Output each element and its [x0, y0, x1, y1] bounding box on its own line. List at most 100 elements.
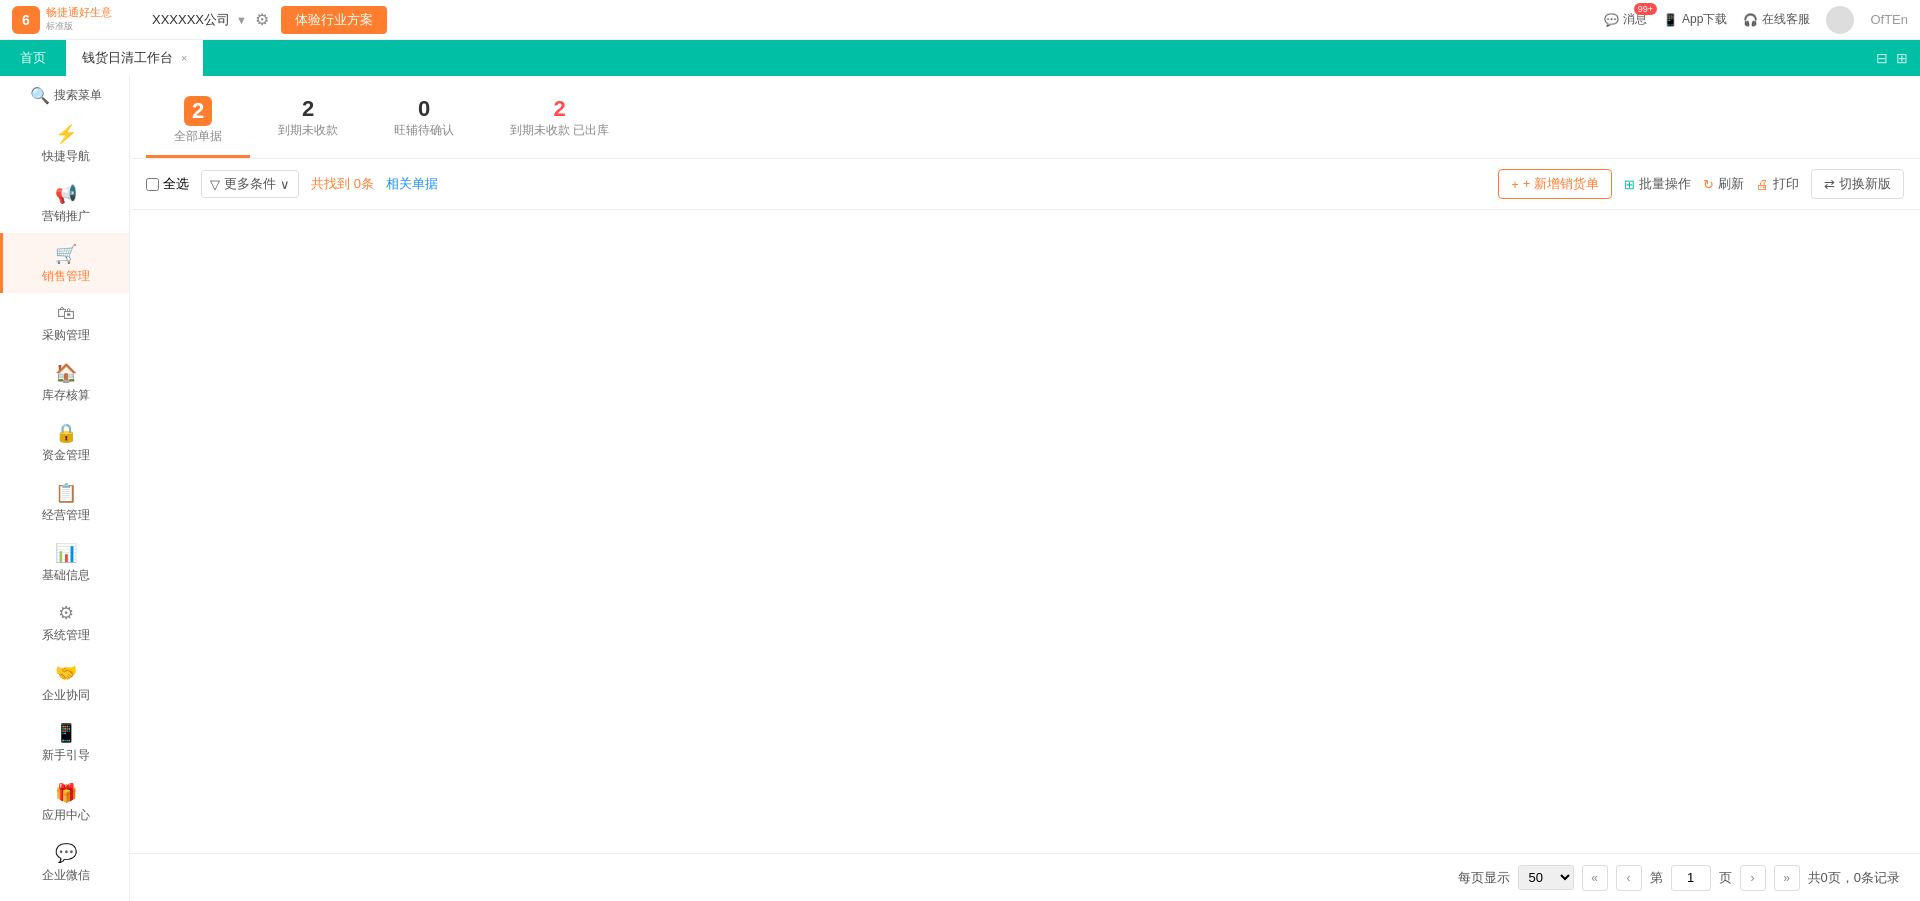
trial-button[interactable]: 体验行业方案	[281, 6, 387, 34]
select-all-label: 全选	[163, 175, 189, 193]
operations-icon: 📋	[55, 482, 77, 504]
stat-all-count: 2	[184, 96, 212, 126]
prev-page-button[interactable]: ‹	[1616, 865, 1642, 891]
system-icon: ⚙	[58, 602, 74, 624]
total-label: 共0页，0条记录	[1808, 869, 1900, 887]
switch-icon: ⇄	[1824, 177, 1835, 192]
add-sales-order-button[interactable]: + + 新增销货单	[1498, 169, 1612, 199]
batch-label: 批量操作	[1639, 175, 1691, 193]
sidebar-item-app-center[interactable]: 🎁 应用中心	[0, 772, 129, 832]
finance-icon: 🔒	[55, 422, 77, 444]
refresh-icon: ↻	[1703, 177, 1714, 192]
stat-overdue-out-label: 到期未收款 已出库	[510, 122, 609, 139]
tab-work-close[interactable]: ×	[181, 52, 187, 64]
sidebar-item-sales[interactable]: 🛒 销售管理	[0, 233, 129, 293]
online-service-btn[interactable]: 🎧 在线客服	[1743, 11, 1810, 28]
sidebar-item-wechat[interactable]: 💬 企业微信	[0, 832, 129, 892]
stat-pending-count: 0	[418, 96, 430, 122]
stat-tab-pending[interactable]: 0 旺辅待确认	[366, 88, 482, 158]
sidebar-item-inventory[interactable]: 🏠 库存核算	[0, 352, 129, 412]
toolbar: 全选 ▽ 更多条件 ∨ 共找到 0条 相关单据 + + 新增销货单 ⊞	[130, 159, 1920, 210]
main-layout: 🔍 搜索菜单 ⚡ 快捷导航 📢 营销推广 🛒 销售管理 🛍 采购管理 🏠 库存核…	[0, 76, 1920, 901]
tab-work-label: 钱货日清工作台	[82, 49, 173, 67]
message-btn[interactable]: 💬 消息 99+	[1604, 11, 1647, 28]
search-icon: 🔍	[30, 86, 50, 105]
print-label: 打印	[1773, 175, 1799, 193]
first-page-button[interactable]: «	[1582, 865, 1608, 891]
switch-label: 切换新版	[1839, 175, 1891, 193]
refresh-label: 刷新	[1718, 175, 1744, 193]
print-btn[interactable]: 🖨 打印	[1756, 175, 1799, 193]
last-page-icon: »	[1783, 871, 1790, 885]
filter-label: 更多条件	[224, 175, 276, 193]
toolbar-left: 全选 ▽ 更多条件 ∨ 共找到 0条 相关单据	[146, 170, 1486, 198]
pagination-footer: 每页显示 50 100 « ‹ 第 页 › » 共0页，0条记录	[130, 853, 1920, 901]
sidebar-search[interactable]: 🔍 搜索菜单	[0, 76, 129, 113]
batch-icon: ⊞	[1624, 177, 1635, 192]
page-number-input[interactable]	[1671, 865, 1711, 891]
wechat-icon: 💬	[55, 842, 77, 864]
avatar[interactable]	[1826, 6, 1854, 34]
company-selector[interactable]: XXXXXX公司 ▼	[152, 11, 247, 29]
filter-button[interactable]: ▽ 更多条件 ∨	[201, 170, 299, 198]
next-page-button[interactable]: ›	[1740, 865, 1766, 891]
stat-overdue-count: 2	[302, 96, 314, 122]
per-page-label: 每页显示	[1458, 869, 1510, 887]
logo-text: 畅捷通好生意	[46, 6, 112, 19]
select-all-input[interactable]	[146, 178, 159, 191]
username-area[interactable]: OfTEn	[1870, 12, 1908, 27]
stat-tab-overdue[interactable]: 2 到期未收款	[250, 88, 366, 158]
last-page-button[interactable]: »	[1774, 865, 1800, 891]
message-icon: 💬	[1604, 13, 1619, 27]
sidebar-item-basic-info[interactable]: 📊 基础信息	[0, 532, 129, 592]
window-minimize-icon[interactable]: ⊟	[1876, 50, 1888, 66]
logo-badge: 标准版	[46, 20, 112, 33]
sidebar-item-enterprise[interactable]: 🤝 企业协同	[0, 652, 129, 712]
sidebar-item-quick-nav[interactable]: ⚡ 快捷导航	[0, 113, 129, 173]
page-suffix: 页	[1719, 869, 1732, 887]
marketing-icon: 📢	[55, 183, 77, 205]
table-area	[130, 210, 1920, 853]
window-maximize-icon[interactable]: ⊞	[1896, 50, 1908, 66]
per-page-select[interactable]: 50 100	[1518, 865, 1574, 890]
sidebar-basic-info-label: 基础信息	[42, 567, 90, 584]
sidebar-inventory-label: 库存核算	[42, 387, 90, 404]
stat-tab-all[interactable]: 2 全部单据	[146, 88, 250, 158]
nav-tab-actions: ⊟ ⊞	[1876, 50, 1920, 66]
result-link[interactable]: 相关单据	[386, 175, 438, 193]
switch-version-button[interactable]: ⇄ 切换新版	[1811, 169, 1904, 199]
sidebar-item-member[interactable]: 🏅 畅会员	[0, 892, 129, 901]
sidebar-guide-label: 新手引导	[42, 747, 90, 764]
batch-action-btn[interactable]: ⊞ 批量操作	[1624, 175, 1691, 193]
sidebar-item-purchase[interactable]: 🛍 采购管理	[0, 293, 129, 352]
tab-work[interactable]: 钱货日清工作台 ×	[66, 40, 203, 76]
enterprise-icon: 🤝	[55, 662, 77, 684]
online-service-icon: 🎧	[1743, 13, 1758, 27]
content-area: 2 全部单据 2 到期未收款 0 旺辅待确认 2 到期未收款 已出库 全选	[130, 76, 1920, 901]
page-label: 第	[1650, 869, 1663, 887]
sidebar-sales-label: 销售管理	[42, 268, 90, 285]
stats-tabs: 2 全部单据 2 到期未收款 0 旺辅待确认 2 到期未收款 已出库	[130, 76, 1920, 159]
sidebar-item-finance[interactable]: 🔒 资金管理	[0, 412, 129, 472]
stat-tab-overdue-out[interactable]: 2 到期未收款 已出库	[482, 88, 637, 158]
nav-tabs-bar: 首页 钱货日清工作台 × ⊟ ⊞	[0, 40, 1920, 76]
sidebar-item-system[interactable]: ⚙ 系统管理	[0, 592, 129, 652]
online-service-label: 在线客服	[1762, 11, 1810, 28]
sidebar-item-operations[interactable]: 📋 经营管理	[0, 472, 129, 532]
stat-all-label: 全部单据	[174, 128, 222, 145]
stat-overdue-label: 到期未收款	[278, 122, 338, 139]
sidebar-item-guide[interactable]: 📱 新手引导	[0, 712, 129, 772]
quick-nav-icon: ⚡	[55, 123, 77, 145]
add-icon: +	[1511, 177, 1519, 192]
tab-home-label: 首页	[20, 49, 46, 67]
sidebar-item-marketing[interactable]: 📢 营销推广	[0, 173, 129, 233]
company-dropdown-arrow: ▼	[236, 14, 247, 26]
refresh-btn[interactable]: ↻ 刷新	[1703, 175, 1744, 193]
result-count: 0	[354, 176, 361, 191]
app-download-btn[interactable]: 📱 App下载	[1663, 11, 1727, 28]
select-all-checkbox[interactable]: 全选	[146, 175, 189, 193]
gear-icon[interactable]: ⚙	[255, 10, 269, 29]
tab-home[interactable]: 首页	[0, 40, 66, 76]
stat-overdue-out-count: 2	[554, 96, 566, 122]
logo-area: 6 畅捷通好生意 标准版	[12, 6, 142, 34]
